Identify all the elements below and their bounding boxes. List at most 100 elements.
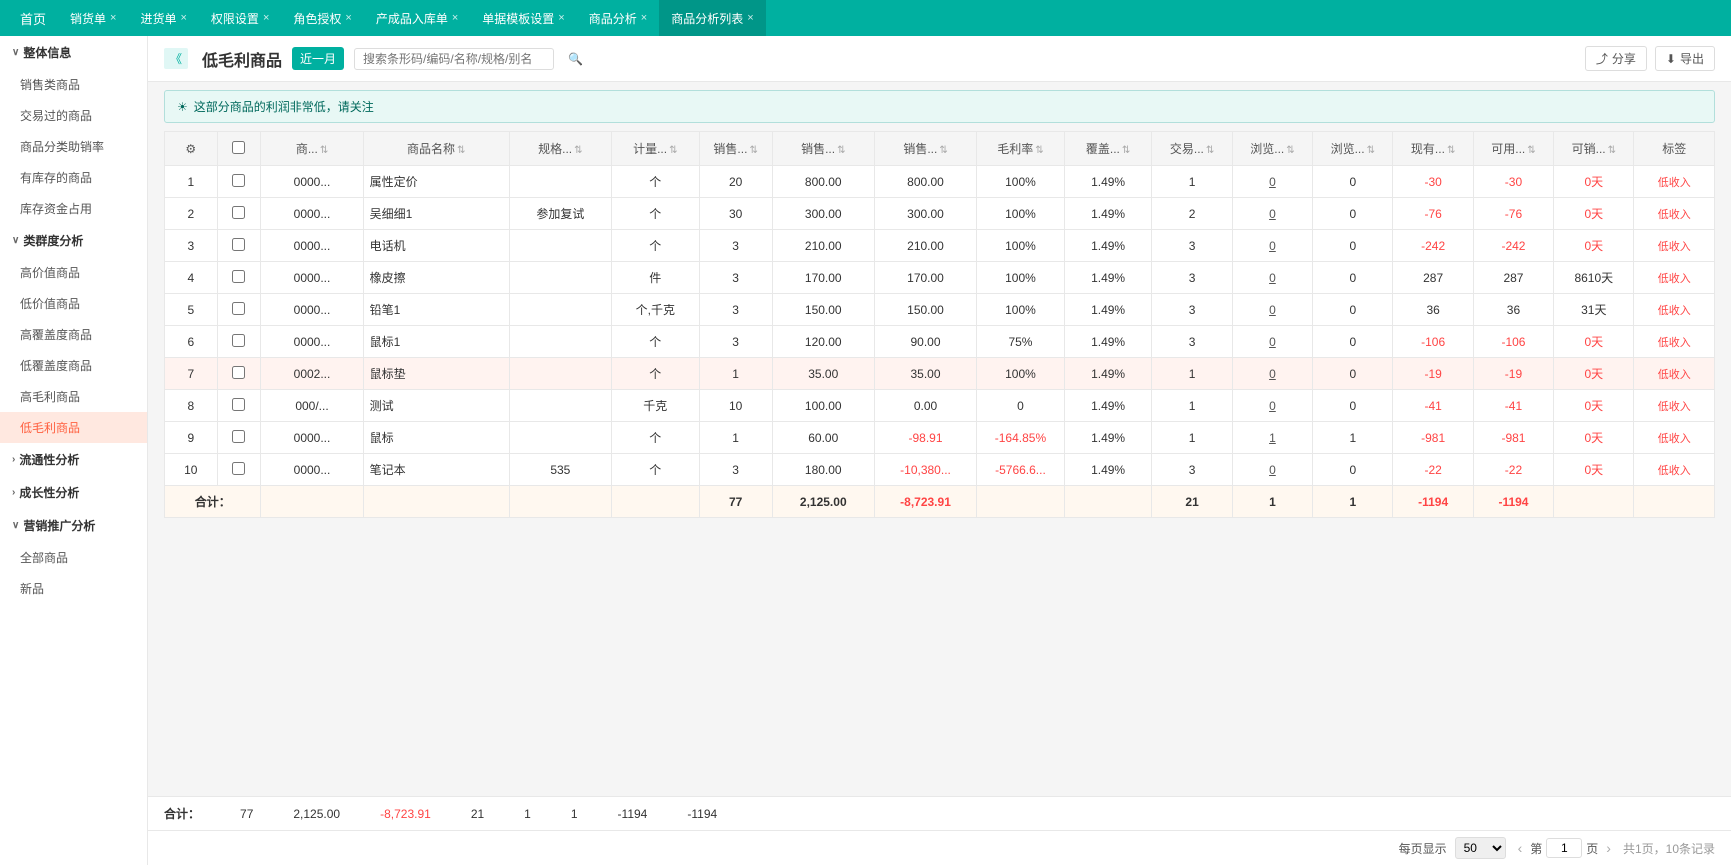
sidebar-item-low-coverage[interactable]: 低覆盖度商品 — [0, 350, 147, 381]
cell-browse1[interactable]: 0 — [1232, 230, 1312, 262]
cell-browse1[interactable]: 0 — [1232, 358, 1312, 390]
sidebar-item-stock-capital[interactable]: 库存资金占用 — [0, 193, 147, 224]
nav-purchase-order[interactable]: 进货单 × — [128, 0, 198, 36]
cell-checkbox[interactable] — [217, 294, 261, 326]
close-template-setting-icon[interactable]: × — [558, 12, 564, 24]
date-filter-button[interactable]: 近一月 — [292, 47, 344, 70]
sidebar-item-low-value[interactable]: 低价值商品 — [0, 288, 147, 319]
th-name[interactable]: 商品名称⇅ — [363, 132, 509, 166]
sidebar-group-growth-title[interactable]: › 成长性分析 — [0, 476, 147, 509]
search-input[interactable] — [354, 48, 554, 70]
sidebar-item-high-gross[interactable]: 高毛利商品 — [0, 381, 147, 412]
cell-checkbox[interactable] — [217, 358, 261, 390]
cell-browse1[interactable]: 0 — [1232, 166, 1312, 198]
th-sellable-days[interactable]: 可销...⇅ — [1554, 132, 1634, 166]
select-all-checkbox[interactable] — [232, 141, 245, 154]
nav-product-entry[interactable]: 产成品入库单 × — [364, 0, 470, 36]
cell-name[interactable]: 铅笔1 — [363, 294, 509, 326]
cell-name[interactable]: 吴细细1 — [363, 198, 509, 230]
per-page-select[interactable]: 50 100 200 — [1455, 837, 1506, 859]
th-sales-amt[interactable]: 销售...⇅ — [772, 132, 874, 166]
cell-name[interactable]: 测试 — [363, 390, 509, 422]
th-browse2[interactable]: 浏览...⇅ — [1313, 132, 1393, 166]
sidebar-group-marketing-title[interactable]: ∨ 营销推广分析 — [0, 509, 147, 542]
th-checkbox[interactable] — [217, 132, 261, 166]
th-settings[interactable]: ⚙ — [165, 132, 218, 166]
sidebar-item-high-coverage[interactable]: 高覆盖度商品 — [0, 319, 147, 350]
th-sales-qty[interactable]: 销售...⇅ — [699, 132, 772, 166]
nav-sales-order[interactable]: 销货单 × — [58, 0, 128, 36]
row-checkbox[interactable] — [232, 302, 245, 315]
prev-page-button[interactable]: ‹ — [1514, 838, 1527, 858]
sidebar-item-new-products[interactable]: 新品 — [0, 573, 147, 604]
cell-checkbox[interactable] — [217, 166, 261, 198]
close-sales-order-icon[interactable]: × — [110, 12, 116, 24]
row-checkbox[interactable] — [232, 398, 245, 411]
th-current-stock[interactable]: 现有...⇅ — [1393, 132, 1473, 166]
row-checkbox[interactable] — [232, 430, 245, 443]
close-product-analysis-list-icon[interactable]: × — [747, 12, 753, 24]
sidebar-item-all-products[interactable]: 全部商品 — [0, 542, 147, 573]
cell-name[interactable]: 属性定价 — [363, 166, 509, 198]
sidebar-item-category-rate[interactable]: 商品分类助销率 — [0, 131, 147, 162]
cell-name[interactable]: 电话机 — [363, 230, 509, 262]
cell-checkbox[interactable] — [217, 454, 261, 486]
close-role-auth-icon[interactable]: × — [345, 12, 351, 24]
th-code[interactable]: 商...⇅ — [261, 132, 363, 166]
sidebar-item-traded-products[interactable]: 交易过的商品 — [0, 100, 147, 131]
next-page-button[interactable]: › — [1602, 838, 1615, 858]
th-browse1[interactable]: 浏览...⇅ — [1232, 132, 1312, 166]
th-sales-profit[interactable]: 销售...⇅ — [874, 132, 976, 166]
sidebar-group-cluster-title[interactable]: ∨ 类群度分析 — [0, 224, 147, 257]
th-trade[interactable]: 交易...⇅ — [1152, 132, 1232, 166]
cell-name[interactable]: 鼠标垫 — [363, 358, 509, 390]
th-avail-stock[interactable]: 可用...⇅ — [1473, 132, 1553, 166]
search-icon[interactable]: 🔍 — [568, 52, 583, 66]
cell-checkbox[interactable] — [217, 262, 261, 294]
cell-name[interactable]: 笔记本 — [363, 454, 509, 486]
nav-role-auth[interactable]: 角色授权 × — [281, 0, 363, 36]
sidebar-item-low-gross[interactable]: 低毛利商品 — [0, 412, 147, 443]
sidebar-item-stocked-products[interactable]: 有库存的商品 — [0, 162, 147, 193]
sidebar-item-high-value[interactable]: 高价值商品 — [0, 257, 147, 288]
cell-checkbox[interactable] — [217, 230, 261, 262]
row-checkbox[interactable] — [232, 238, 245, 251]
cell-browse1[interactable]: 0 — [1232, 454, 1312, 486]
cell-checkbox[interactable] — [217, 198, 261, 230]
close-product-entry-icon[interactable]: × — [452, 12, 458, 24]
th-unit[interactable]: 计量...⇅ — [611, 132, 699, 166]
cell-browse1[interactable]: 0 — [1232, 294, 1312, 326]
cell-checkbox[interactable] — [217, 422, 261, 454]
cell-name[interactable]: 橡皮擦 — [363, 262, 509, 294]
close-product-analysis-icon[interactable]: × — [641, 12, 647, 24]
cell-browse1[interactable]: 0 — [1232, 262, 1312, 294]
export-button[interactable]: ⬇ 导出 — [1655, 46, 1715, 71]
cell-browse1[interactable]: 0 — [1232, 198, 1312, 230]
row-checkbox[interactable] — [232, 270, 245, 283]
row-checkbox[interactable] — [232, 174, 245, 187]
row-checkbox[interactable] — [232, 334, 245, 347]
th-gross-rate[interactable]: 毛利率⇅ — [977, 132, 1065, 166]
cell-name[interactable]: 鼠标1 — [363, 326, 509, 358]
th-cover[interactable]: 覆盖...⇅ — [1064, 132, 1152, 166]
cell-checkbox[interactable] — [217, 326, 261, 358]
row-checkbox[interactable] — [232, 206, 245, 219]
page-input[interactable] — [1546, 838, 1582, 858]
cell-name[interactable]: 鼠标 — [363, 422, 509, 454]
th-tag[interactable]: 标签 — [1634, 132, 1715, 166]
sidebar-item-sales-products[interactable]: 销售类商品 — [0, 69, 147, 100]
collapse-sidebar-button[interactable]: 《 — [164, 48, 188, 69]
close-purchase-order-icon[interactable]: × — [180, 12, 186, 24]
th-spec[interactable]: 规格...⇅ — [509, 132, 611, 166]
sidebar-group-overall-title[interactable]: ∨ 整体信息 — [0, 36, 147, 69]
row-checkbox[interactable] — [232, 366, 245, 379]
nav-product-analysis-list[interactable]: 商品分析列表 × — [659, 0, 765, 36]
nav-template-setting[interactable]: 单据模板设置 × — [470, 0, 576, 36]
nav-product-analysis[interactable]: 商品分析 × — [577, 0, 659, 36]
close-permission-icon[interactable]: × — [263, 12, 269, 24]
row-checkbox[interactable] — [232, 462, 245, 475]
cell-browse1[interactable]: 0 — [1232, 326, 1312, 358]
sidebar-group-circulation-title[interactable]: › 流通性分析 — [0, 443, 147, 476]
share-button[interactable]: ⤴ 分享 — [1585, 46, 1647, 71]
nav-permission[interactable]: 权限设置 × — [199, 0, 281, 36]
